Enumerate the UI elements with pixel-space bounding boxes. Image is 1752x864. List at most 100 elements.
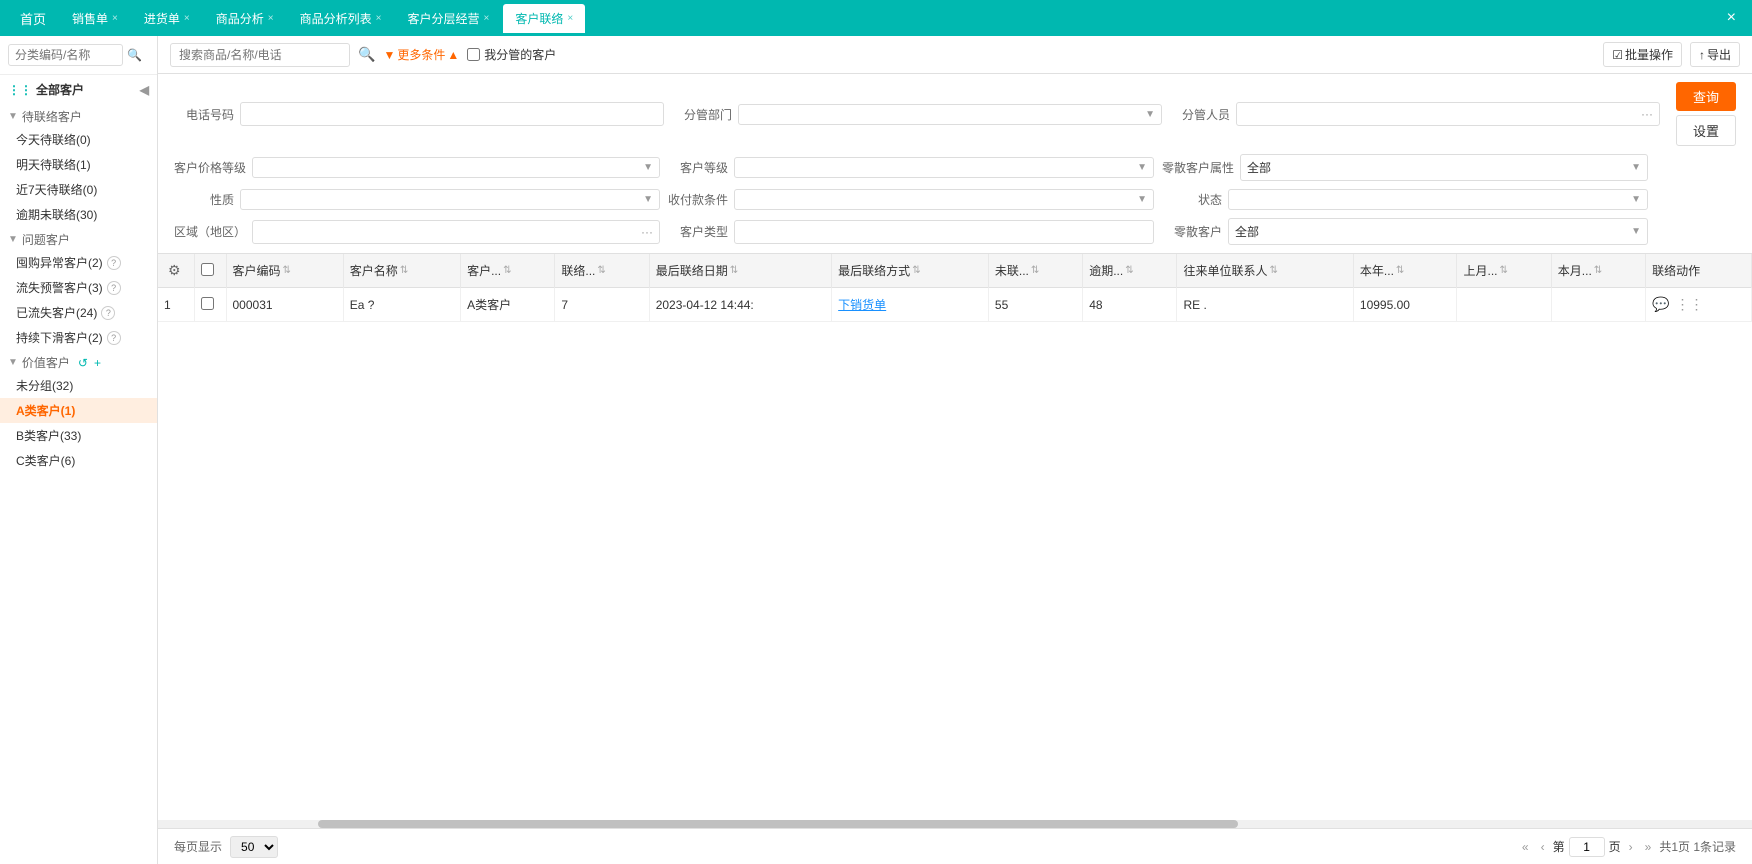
group-value-customers[interactable]: ▼ 价值客户 ↺ + [0,350,157,373]
contact-method-link[interactable]: 下销货单 [838,298,886,312]
phone-input[interactable] [240,102,664,126]
sort-code[interactable]: ⇅ [283,265,291,276]
add-group-icon[interactable]: + [94,356,101,370]
close-analysis-tab[interactable]: × [268,13,274,24]
sort-unc[interactable]: ⇅ [1031,265,1039,276]
close-customer-contact-tab[interactable]: × [567,13,573,24]
select-all-checkbox[interactable] [201,263,214,276]
col-last-contact-date[interactable]: 最后联络日期 ⇅ [649,254,831,288]
nav-tab-sales[interactable]: 销售单 × [60,4,130,33]
col-last-month[interactable]: 上月... ⇅ [1457,254,1551,288]
close-purchase-tab[interactable]: × [184,13,190,24]
region-dots[interactable]: ··· [641,225,653,239]
col-contacts[interactable]: 联络... ⇅ [555,254,649,288]
sort-ovd[interactable]: ⇅ [1125,265,1133,276]
customer-grade-select[interactable]: ▼ [734,157,1154,178]
batch-op-btn[interactable]: ☑ 批量操作 [1603,42,1682,67]
status-select[interactable]: ▼ [1228,189,1648,210]
sort-contacts[interactable]: ⇅ [597,265,605,276]
col-name[interactable]: 客户名称 ⇅ [343,254,460,288]
col-this-month[interactable]: 本月... ⇅ [1551,254,1645,288]
sort-lm[interactable]: ⇅ [1500,265,1508,276]
sort-lcd[interactable]: ⇅ [730,265,738,276]
sort-cc[interactable]: ⇅ [1270,265,1278,276]
customer-type-input[interactable] [734,220,1154,244]
horizontal-scrollbar[interactable] [158,820,1752,828]
refresh-icon[interactable]: ↺ [78,356,88,370]
dept-select[interactable]: ▼ [738,104,1162,125]
sidebar-item-churn-warning[interactable]: 流失预警客户(3) ? [0,275,157,300]
more-filters-btn[interactable]: ▼ 更多条件 ▲ [383,46,459,63]
region-input[interactable]: ··· [252,220,660,244]
page-input[interactable] [1569,837,1605,857]
nav-tab-analysis[interactable]: 商品分析 × [204,4,286,33]
sidebar-item-7days[interactable]: 近7天待联络(0) [0,177,157,202]
sidebar-item-b-class[interactable]: B类客户(33) [0,423,157,448]
next-page-btn[interactable]: › [1625,838,1637,856]
row-last-contact-method: 下销货单 [832,288,989,322]
my-customers-filter[interactable]: 我分管的客户 [467,46,556,63]
sort-lcm[interactable]: ⇅ [912,265,920,276]
col-last-contact-method[interactable]: 最后联络方式 ⇅ [832,254,989,288]
page-size-select[interactable]: 50 [230,836,278,858]
manager-dots[interactable]: ··· [1641,107,1653,121]
col-customer-type[interactable]: 客户... ⇅ [461,254,555,288]
nav-tab-customer-tier[interactable]: 客户分层经营 × [395,4,501,33]
scrollbar-thumb[interactable] [318,820,1238,828]
sort-ty[interactable]: ⇅ [1396,265,1404,276]
settings-button[interactable]: 设置 [1676,115,1736,146]
last-page-btn[interactable]: » [1641,838,1656,856]
group-pending-contact[interactable]: ▼ 待联络客户 [0,104,157,127]
ra-arrow: ▼ [1631,162,1641,173]
all-customers-header[interactable]: ⋮⋮ 全部客户 ◀ [0,75,157,104]
close-analysis-list-tab[interactable]: × [376,13,382,24]
sidebar-item-declining[interactable]: 持续下滑客户(2) ? [0,325,157,350]
nav-tab-purchase[interactable]: 进货单 × [132,4,202,33]
sidebar-item-ungrouped[interactable]: 未分组(32) [0,373,157,398]
collapse-sidebar-btn[interactable]: ◀ [140,83,149,97]
sidebar-item-churned[interactable]: 已流失客户(24) ? [0,300,157,325]
col-code[interactable]: 客户编码 ⇅ [226,254,343,288]
sidebar-item-tomorrow[interactable]: 明天待联络(1) [0,152,157,177]
query-button[interactable]: 查询 [1676,82,1736,111]
filter-search-button[interactable]: 🔍 [358,46,375,63]
filter-customer-type: 客户类型 [668,220,1154,244]
filter-search-input[interactable] [170,43,350,67]
payment-select[interactable]: ▼ [734,189,1154,210]
manager-input[interactable]: ··· [1236,102,1660,126]
nav-tab-analysis-list[interactable]: 商品分析列表 × [288,4,394,33]
chat-icon[interactable]: 💬 [1652,296,1669,313]
sidebar-item-today[interactable]: 今天待联络(0) [0,127,157,152]
nav-tab-customer-contact[interactable]: 客户联络 × [503,4,585,33]
close-sales-tab[interactable]: × [112,13,118,24]
first-page-btn[interactable]: « [1518,838,1533,856]
col-company-contact[interactable]: 往来单位联系人 ⇅ [1177,254,1353,288]
sidebar-item-overdue[interactable]: 逾期未联络(30) [0,202,157,227]
sidebar-search-input[interactable] [8,44,123,66]
close-all-btn[interactable]: × [1719,5,1744,31]
my-customers-checkbox[interactable] [467,48,480,61]
prev-page-btn[interactable]: ‹ [1537,838,1549,856]
col-this-year[interactable]: 本年... ⇅ [1353,254,1457,288]
col-overdue[interactable]: 逾期... ⇅ [1083,254,1177,288]
row-checkbox[interactable] [201,297,214,310]
sort-ctype[interactable]: ⇅ [503,265,511,276]
gear-icon[interactable]: ⚙ [164,262,185,278]
sidebar-item-a-class[interactable]: A类客户(1) [0,398,157,423]
retail-customer-select[interactable]: 全部 ▼ [1228,218,1648,245]
group-problem-customers[interactable]: ▼ 问题客户 [0,227,157,250]
price-grade-select[interactable]: ▼ [252,157,660,178]
sidebar-item-hoarding[interactable]: 囤购异常客户(2) ? [0,250,157,275]
close-customer-tier-tab[interactable]: × [483,13,489,24]
row-code: 000031 [226,288,343,322]
sidebar-item-c-class[interactable]: C类客户(6) [0,448,157,473]
sidebar-search-icon[interactable]: 🔍 [127,48,142,62]
retail-attr-select[interactable]: 全部 ▼ [1240,154,1648,181]
col-uncontacted[interactable]: 未联... ⇅ [988,254,1082,288]
sort-tm[interactable]: ⇅ [1594,265,1602,276]
nav-home[interactable]: 首页 [8,3,58,34]
export-btn[interactable]: ↑ 导出 [1690,42,1740,67]
nature-select[interactable]: ▼ [240,189,660,210]
sort-name[interactable]: ⇅ [400,265,408,276]
more-icon[interactable]: ⋮⋮ [1676,296,1704,313]
